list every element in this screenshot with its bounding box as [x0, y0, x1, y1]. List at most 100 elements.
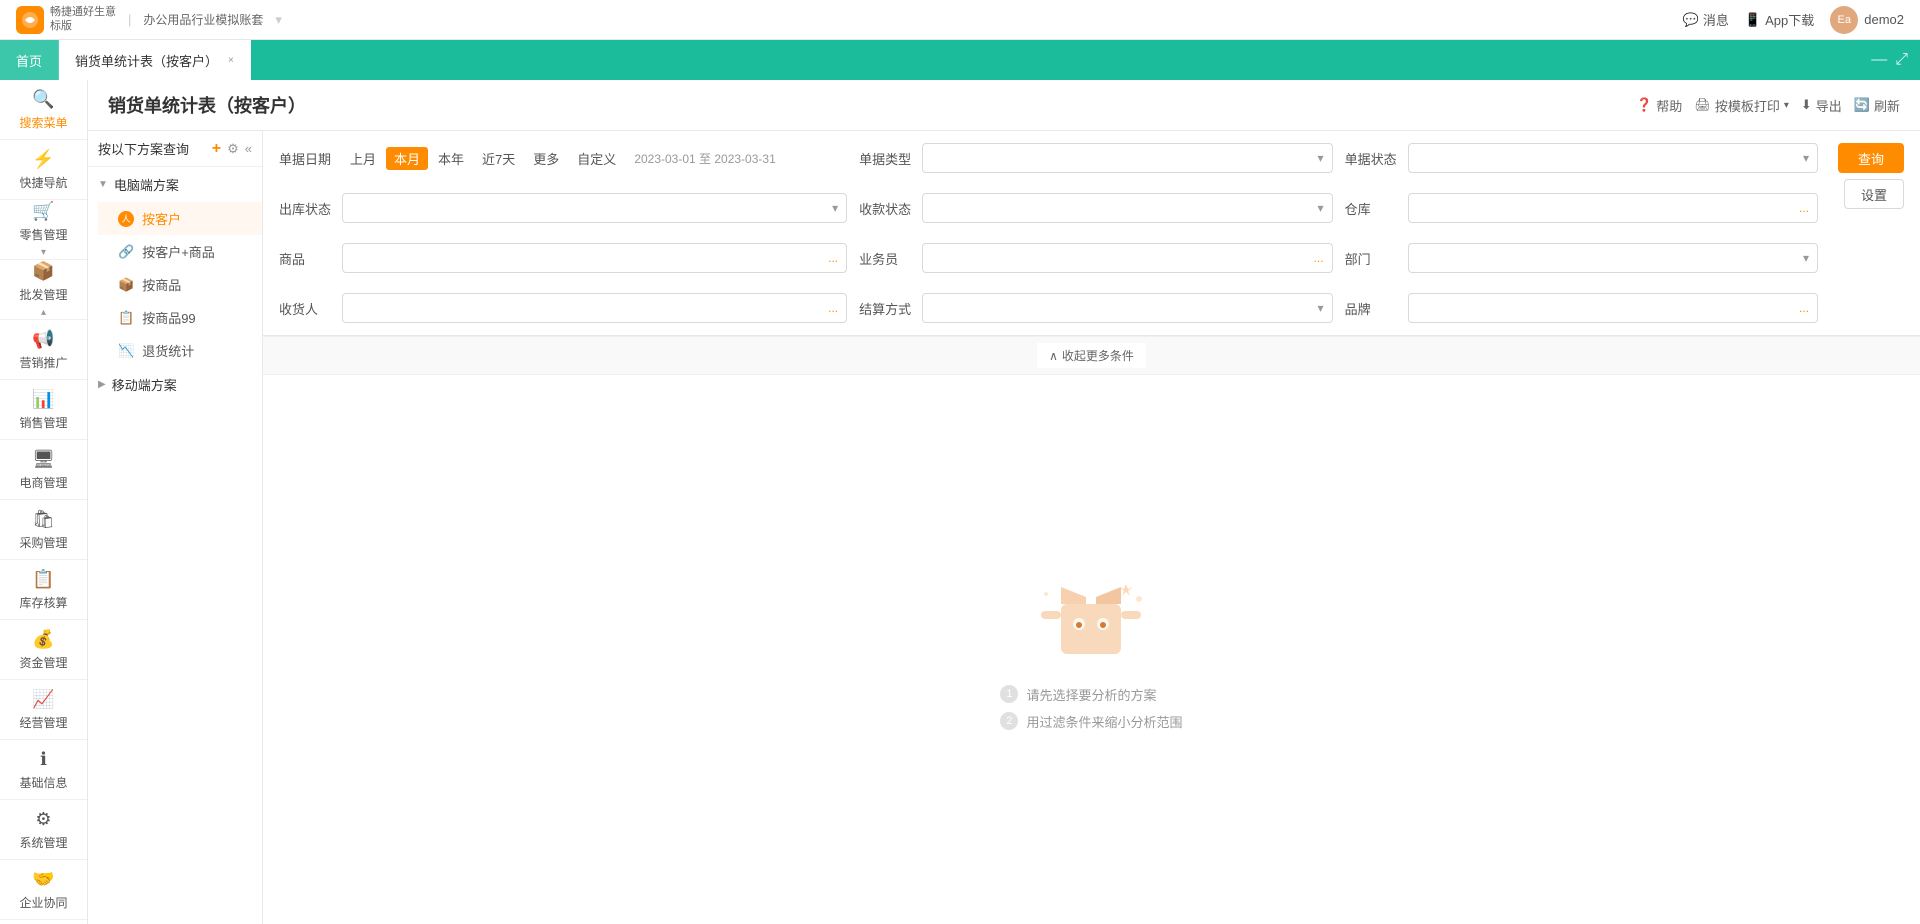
minimize-window-icon[interactable]: — — [1871, 51, 1887, 69]
top-bar-left: 畅捷通好生意 标版 | 办公用品行业模拟账套 ▾ — [16, 6, 282, 34]
app-download-button[interactable]: 📱 App下载 — [1745, 10, 1814, 29]
close-tab-icon[interactable]: × — [228, 55, 234, 66]
system-icon: ⚙ — [35, 809, 51, 830]
shortcut-last-7[interactable]: 近7天 — [474, 147, 523, 170]
marketing-icon: 📢 — [32, 329, 54, 350]
settlement-input[interactable]: ▾ — [922, 293, 1332, 323]
messages-button[interactable]: 💬 消息 — [1683, 10, 1729, 29]
brand-input[interactable]: ... — [1408, 293, 1818, 323]
base-icon: ℹ — [40, 749, 47, 770]
warehouse-more-icon: ... — [1799, 201, 1809, 215]
sidebar-item-system[interactable]: ⚙ 系统管理 — [0, 800, 87, 860]
scheme-item-by-goods[interactable]: 📦 按商品 — [98, 268, 262, 301]
payment-status-input[interactable]: ▾ — [922, 193, 1332, 223]
payment-status-dropdown-icon: ▾ — [1318, 201, 1324, 215]
export-button[interactable]: ⬇ 导出 — [1801, 96, 1842, 115]
date-range-display: 2023-03-01 至 2023-03-31 — [634, 150, 775, 167]
query-button[interactable]: 查询 — [1838, 143, 1904, 173]
sidebar-item-wholesale[interactable]: 📦 批发管理 ▴ — [0, 260, 87, 320]
receiver-input[interactable]: ... — [342, 293, 847, 323]
department-field: 部门 ▾ — [1345, 243, 1818, 273]
department-input[interactable]: ▾ — [1408, 243, 1818, 273]
settlement-field: 结算方式 ▾ — [859, 293, 1332, 323]
by-customer-icon: 人 — [118, 211, 134, 227]
desktop-section-title[interactable]: ▼ 电脑端方案 — [88, 167, 262, 202]
filter-row-2: 出库状态 ▾ 收款状态 — [279, 193, 1818, 223]
tab-home[interactable]: 首页 — [0, 40, 59, 80]
sidebar-item-newuser[interactable]: 🎯 新手引导 — [0, 920, 87, 924]
mobile-section-arrow: ▶ — [98, 379, 106, 390]
wholesale-icon: 📦 — [32, 261, 54, 282]
salesperson-field: 业务员 ... — [859, 243, 1332, 273]
sidebar-item-finance[interactable]: 💰 资金管理 — [0, 620, 87, 680]
sidebar-item-quicknav[interactable]: ⚡ 快捷导航 — [0, 140, 87, 200]
scheme-item-by-customer[interactable]: 人 按客户 — [98, 202, 262, 235]
avatar: Ea — [1830, 6, 1858, 34]
refresh-icon: 🔄 — [1854, 97, 1870, 113]
inventory-icon: 📋 — [32, 569, 54, 590]
scheme-item-by-customer-goods[interactable]: 🔗 按客户+商品 — [98, 235, 262, 268]
scheme-panel-header: 按以下方案查询 + ⚙ « — [88, 131, 262, 167]
empty-step-1: 1 请先选择要分析的方案 — [1000, 685, 1182, 704]
empty-state: 1 请先选择要分析的方案 2 用过滤条件来缩小分析范围 — [1000, 569, 1182, 731]
collapse-button[interactable]: ∧ 收起更多条件 — [1037, 343, 1146, 368]
nav-tab-actions: — ⤢ — [1871, 51, 1920, 69]
print-icon: 🖨 — [1694, 97, 1711, 113]
order-status-dropdown-icon: ▾ — [1803, 151, 1809, 165]
shortcut-more[interactable]: 更多 — [525, 147, 567, 170]
logo-icon — [16, 6, 44, 34]
salesperson-input[interactable]: ... — [922, 243, 1332, 273]
sidebar-item-search[interactable]: 🔍 搜索菜单 — [0, 80, 87, 140]
sidebar-item-inventory[interactable]: 📋 库存核算 — [0, 560, 87, 620]
shortcut-this-year[interactable]: 本年 — [430, 147, 472, 170]
mobile-section-title[interactable]: ▶ 移动端方案 — [88, 367, 262, 402]
brand-field: 品牌 ... — [1345, 293, 1818, 323]
content-area: 销货单统计表（按客户） ❓ 帮助 🖨 按模板打印 ▾ ⬇ 导出 — [88, 80, 1920, 924]
scheme-add-icon[interactable]: + — [212, 140, 221, 158]
search-icon: 🔍 — [32, 89, 54, 110]
scheme-item-by-goods-99[interactable]: 📋 按商品99 — [98, 301, 262, 334]
sidebar-item-enterprise[interactable]: 🤝 企业协同 — [0, 860, 87, 920]
warehouse-input[interactable]: ... — [1408, 193, 1818, 223]
sidebar-item-operation[interactable]: 📈 经营管理 — [0, 680, 87, 740]
shortcut-custom[interactable]: 自定义 — [569, 147, 624, 170]
sidebar-item-purchase[interactable]: 🛍 采购管理 — [0, 500, 87, 560]
page-title: 销货单统计表（按客户） — [108, 92, 306, 118]
out-status-dropdown-icon: ▾ — [832, 201, 838, 215]
empty-steps: 1 请先选择要分析的方案 2 用过滤条件来缩小分析范围 — [1000, 685, 1182, 731]
scheme-item-return-stats[interactable]: 📉 退货统计 — [98, 334, 262, 367]
sidebar-item-base[interactable]: ℹ 基础信息 — [0, 740, 87, 800]
step-2-number: 2 — [1000, 712, 1018, 730]
filter-row-4: 收货人 ... 结算方式 — [279, 293, 1818, 323]
sidebar-item-marketing[interactable]: 📢 营销推广 — [0, 320, 87, 380]
maximize-window-icon[interactable]: ⤢ — [1895, 51, 1908, 69]
goods-input[interactable]: ... — [342, 243, 847, 273]
payment-status-field: 收款状态 ▾ — [859, 193, 1332, 223]
settings-button[interactable]: 设置 — [1844, 179, 1904, 209]
by-goods-icon: 📦 — [118, 277, 134, 293]
receiver-field: 收货人 ... — [279, 293, 847, 323]
purchase-icon: 🛍 — [32, 509, 55, 530]
scheme-collapse-icon[interactable]: « — [245, 141, 252, 156]
logo-area: 畅捷通好生意 标版 — [16, 6, 116, 34]
help-button[interactable]: ❓ 帮助 — [1636, 96, 1682, 115]
out-status-input[interactable]: ▾ — [342, 193, 847, 223]
print-button[interactable]: 🖨 按模板打印 ▾ — [1694, 96, 1789, 115]
sidebar-item-sales[interactable]: 📊 销售管理 — [0, 380, 87, 440]
print-dropdown-icon: ▾ — [1784, 100, 1789, 111]
user-area[interactable]: Ea demo2 — [1830, 6, 1904, 34]
scheme-settings-icon[interactable]: ⚙ — [227, 141, 239, 157]
sidebar-item-ecommerce[interactable]: 🖥 电商管理 — [0, 440, 87, 500]
order-status-input[interactable]: ▾ — [1408, 143, 1818, 173]
sidebar-item-retail[interactable]: 🛒 零售管理 ▾ — [0, 200, 87, 260]
breadcrumb: 办公用品行业模拟账套 — [143, 11, 263, 28]
shortcut-last-month[interactable]: 上月 — [342, 147, 384, 170]
order-type-input[interactable]: ▾ — [922, 143, 1332, 173]
return-stats-icon: 📉 — [118, 343, 134, 359]
shortcut-this-month[interactable]: 本月 — [386, 147, 428, 170]
refresh-button[interactable]: 🔄 刷新 — [1854, 96, 1900, 115]
goods-field: 商品 ... — [279, 243, 847, 273]
tab-sales-stats[interactable]: 销货单统计表（按客户） × — [59, 40, 251, 80]
scheme-items-desktop: 人 按客户 🔗 按客户+商品 📦 按商品 — [88, 202, 262, 367]
action-buttons: 查询 设置 — [1838, 143, 1904, 209]
